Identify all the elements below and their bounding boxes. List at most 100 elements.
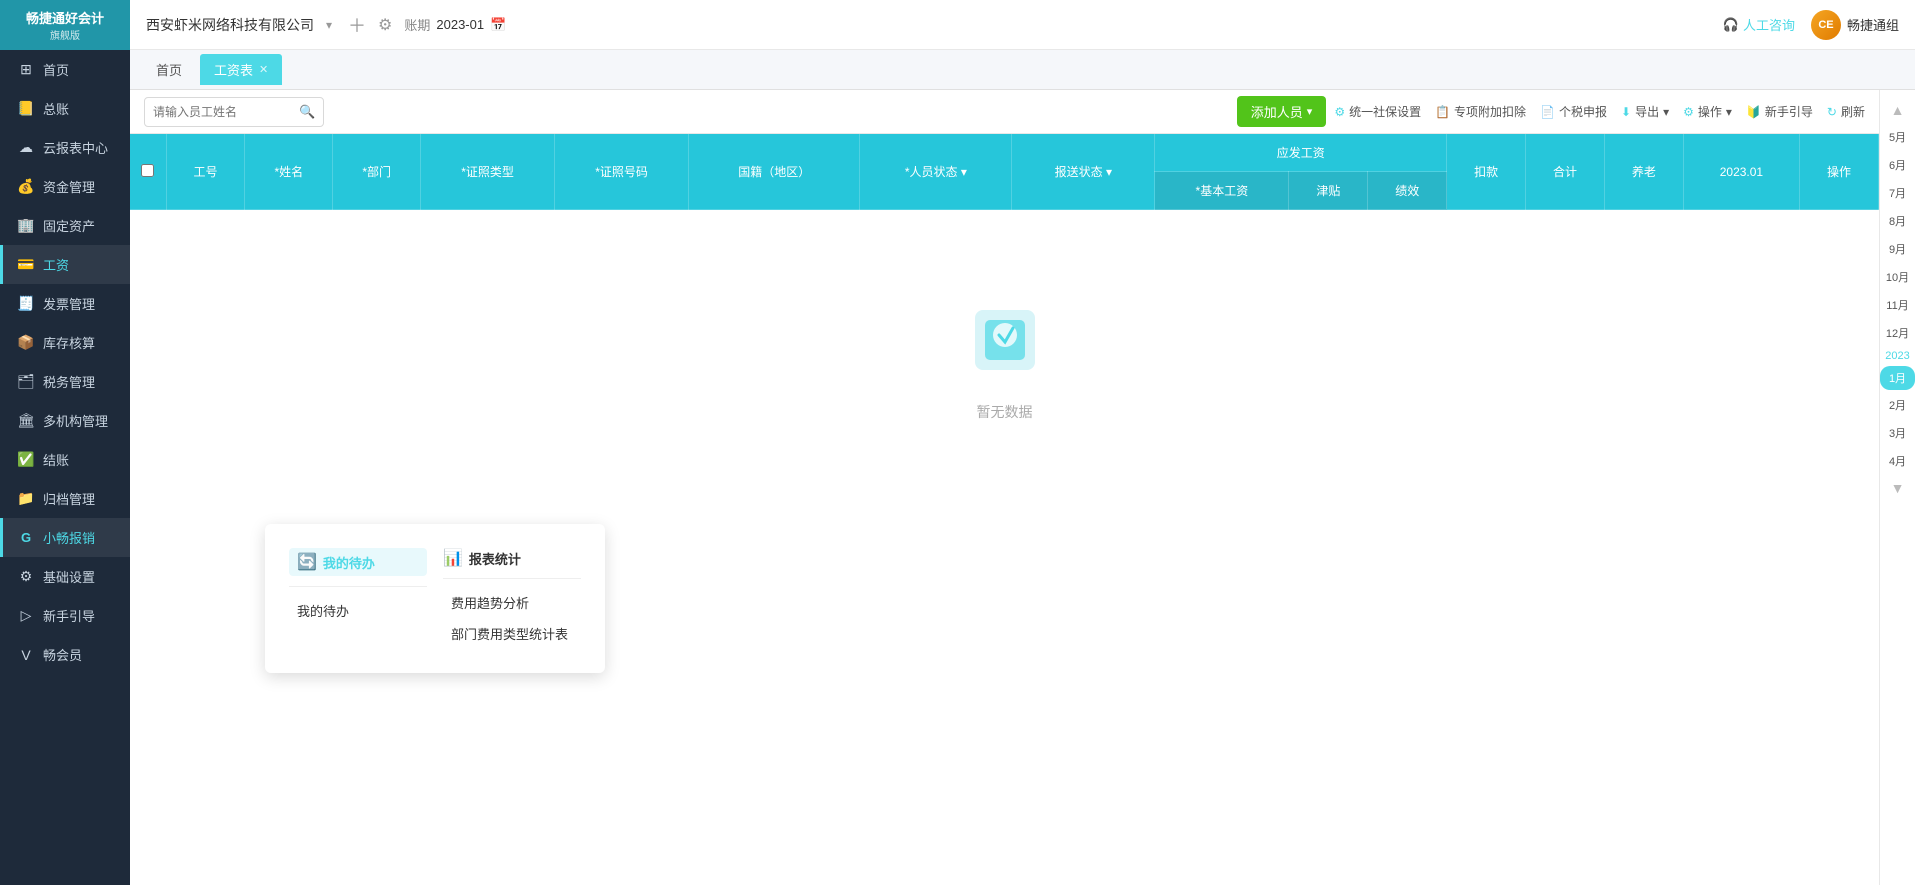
tab-close-icon[interactable]: ✕ — [259, 63, 268, 76]
popup-todo-title[interactable]: 🔄 我的待办 — [289, 548, 427, 576]
month-10[interactable]: 10月 — [1880, 264, 1915, 290]
sidebar-item-archive[interactable]: 📁 归档管理 — [0, 479, 130, 518]
month-4[interactable]: 4月 — [1880, 448, 1915, 474]
popup-section-report: 📊 报表统计 费用趋势分析 部门费用类型统计表 — [435, 540, 589, 657]
th-operation: 操作 — [1800, 134, 1879, 210]
search-input[interactable] — [153, 105, 293, 119]
add-btn-dropdown-icon: ▾ — [1307, 105, 1313, 118]
sidebar-item-label: 多机构管理 — [43, 411, 108, 430]
calendar-icon[interactable]: 📅 — [490, 17, 506, 33]
th-cert-num: *证照号码 — [555, 134, 689, 210]
basic-icon: ⚙ — [17, 568, 35, 585]
personal-tax-btn[interactable]: 📄 个税申报 — [1540, 103, 1607, 120]
popup-item-my-todo[interactable]: 我的待办 — [289, 595, 427, 626]
add-person-button[interactable]: 添加人员 ▾ — [1237, 96, 1327, 127]
sidebar-item-label: 资金管理 — [43, 177, 95, 196]
guide-btn[interactable]: 🔰 新手引导 — [1746, 103, 1813, 120]
sidebar-item-label: 工资 — [43, 255, 69, 274]
month-2[interactable]: 2月 — [1880, 392, 1915, 418]
operation-btn[interactable]: ⚙ 操作 ▾ — [1683, 103, 1732, 120]
report-icon: 📊 — [443, 548, 463, 568]
sidebar-item-tax[interactable]: 🗂 税务管理 — [0, 362, 130, 401]
month-1[interactable]: 1月 — [1880, 366, 1915, 390]
empty-illustration — [955, 290, 1055, 390]
export-btn[interactable]: ⬇ 导出 ▾ — [1621, 103, 1669, 120]
sidebar-item-funds[interactable]: 💰 资金管理 — [0, 167, 130, 206]
sidebar-item-label: 总账 — [43, 99, 69, 118]
popup-menu: 🔄 我的待办 我的待办 📊 报表统计 费用趋势分析 部门费用类型统 — [265, 524, 605, 673]
th-dept: *部门 — [333, 134, 421, 210]
tab-home[interactable]: 首页 — [142, 54, 196, 85]
social-security-btn[interactable]: ⚙ 统一社保设置 — [1334, 103, 1421, 120]
refresh-btn[interactable]: ↻ 刷新 — [1827, 103, 1865, 120]
th-name: *姓名 — [245, 134, 333, 210]
popup-item-cost-trend[interactable]: 费用趋势分析 — [443, 587, 581, 618]
search-wrap: 🔍 — [144, 97, 324, 127]
sidebar-item-invoice[interactable]: 🧾 发票管理 — [0, 284, 130, 323]
month-7[interactable]: 7月 — [1880, 180, 1915, 206]
topbar-add-button[interactable]: ＋ — [348, 12, 366, 38]
sidebar-item-cloud[interactable]: ☁ 云报表中心 — [0, 128, 130, 167]
panel-year: 2023 — [1883, 348, 1911, 364]
guide-label: 新手引导 — [1765, 103, 1813, 120]
month-12[interactable]: 12月 — [1880, 320, 1915, 346]
th-total: 合计 — [1526, 134, 1605, 210]
sidebar-item-label: 固定资产 — [43, 216, 95, 235]
sidebar-item-multi[interactable]: 🏛 多机构管理 — [0, 401, 130, 440]
month-3[interactable]: 3月 — [1880, 420, 1915, 446]
topbar-period: 账期 2023-01 📅 — [404, 15, 506, 34]
month-9[interactable]: 9月 — [1880, 236, 1915, 262]
closing-icon: ✅ — [17, 451, 35, 468]
sidebar-item-label: 新手引导 — [43, 606, 95, 625]
month-8[interactable]: 8月 — [1880, 208, 1915, 234]
username: 畅捷通组 — [1847, 15, 1899, 34]
month-5[interactable]: 5月 — [1880, 124, 1915, 150]
th-performance: 绩效 — [1368, 172, 1447, 210]
topbar-right: 🎧 人工咨询 CE 畅捷通组 — [1723, 10, 1899, 40]
company-dropdown-arrow[interactable]: ▾ — [326, 18, 332, 32]
month-6[interactable]: 6月 — [1880, 152, 1915, 178]
sidebar-item-basic[interactable]: ⚙ 基础设置 — [0, 557, 130, 596]
month-11[interactable]: 11月 — [1880, 292, 1915, 318]
guide-btn-icon: 🔰 — [1746, 105, 1761, 119]
th-personnel-status: *人员状态 ▾ — [860, 134, 1012, 210]
user-menu[interactable]: CE 畅捷通组 — [1811, 10, 1899, 40]
special-deduct-btn[interactable]: 📋 专项附加扣除 — [1435, 103, 1526, 120]
sidebar-item-home[interactable]: ⊞ 首页 — [0, 50, 130, 89]
sidebar-item-salary[interactable]: 💳 工资 — [0, 245, 130, 284]
sidebar-item-ledger[interactable]: 📒 总账 — [0, 89, 130, 128]
popup-item-dept-cost[interactable]: 部门费用类型统计表 — [443, 618, 581, 649]
sidebar-item-label: 发票管理 — [43, 294, 95, 313]
checkbox-header[interactable] — [130, 134, 166, 210]
sidebar-item-guide[interactable]: ▷ 新手引导 — [0, 596, 130, 635]
company-name: 西安虾米网络科技有限公司 — [146, 15, 314, 35]
search-icon[interactable]: 🔍 — [299, 104, 315, 120]
panel-up-nav[interactable]: ▲ — [1887, 98, 1909, 122]
right-panel: ▲ 5月 6月 7月 8月 9月 10月 11月 12月 2023 1月 2月 … — [1879, 90, 1915, 885]
sidebar-item-assets[interactable]: 🏢 固定资产 — [0, 206, 130, 245]
tax-icon: 🗂 — [17, 373, 35, 390]
content-area: 🔍 添加人员 ▾ ⚙ 统一社保设置 📋 专项附加扣除 — [130, 90, 1915, 885]
sidebar-item-closing[interactable]: ✅ 结账 — [0, 440, 130, 479]
sidebar-item-xiaochang[interactable]: G 小畅报销 — [0, 518, 130, 557]
main-area: 西安虾米网络科技有限公司 ▾ ＋ ⚙ 账期 2023-01 📅 🎧 人工咨询 C… — [130, 0, 1915, 885]
sidebar-item-label: 畅会员 — [43, 645, 82, 664]
popup-report-title[interactable]: 📊 报表统计 — [443, 548, 581, 568]
popup-todo-title-text: 我的待办 — [323, 553, 375, 572]
panel-down-nav[interactable]: ▼ — [1887, 476, 1909, 500]
support-button[interactable]: 🎧 人工咨询 — [1723, 15, 1795, 34]
tab-salary-table[interactable]: 工资表 ✕ — [200, 54, 282, 85]
topbar-settings-icon[interactable]: ⚙ — [378, 15, 392, 35]
salary-table: 工号 *姓名 *部门 *证照类型 *证照号码 国籍（地区） *人员状态 ▾ 报送… — [130, 134, 1879, 210]
sidebar-item-member[interactable]: V 畅会员 — [0, 635, 130, 674]
sidebar-item-inventory[interactable]: 📦 库存核算 — [0, 323, 130, 362]
personal-tax-icon: 📄 — [1540, 105, 1555, 119]
special-deduct-label: 专项附加扣除 — [1454, 103, 1526, 120]
select-all-checkbox[interactable] — [141, 164, 154, 177]
sidebar-item-label: 归档管理 — [43, 489, 95, 508]
member-icon: V — [17, 647, 35, 663]
th-allowance: 津贴 — [1289, 172, 1368, 210]
sidebar-item-label: 云报表中心 — [43, 138, 108, 157]
add-btn-label: 添加人员 — [1251, 102, 1303, 121]
support-label: 人工咨询 — [1743, 15, 1795, 34]
